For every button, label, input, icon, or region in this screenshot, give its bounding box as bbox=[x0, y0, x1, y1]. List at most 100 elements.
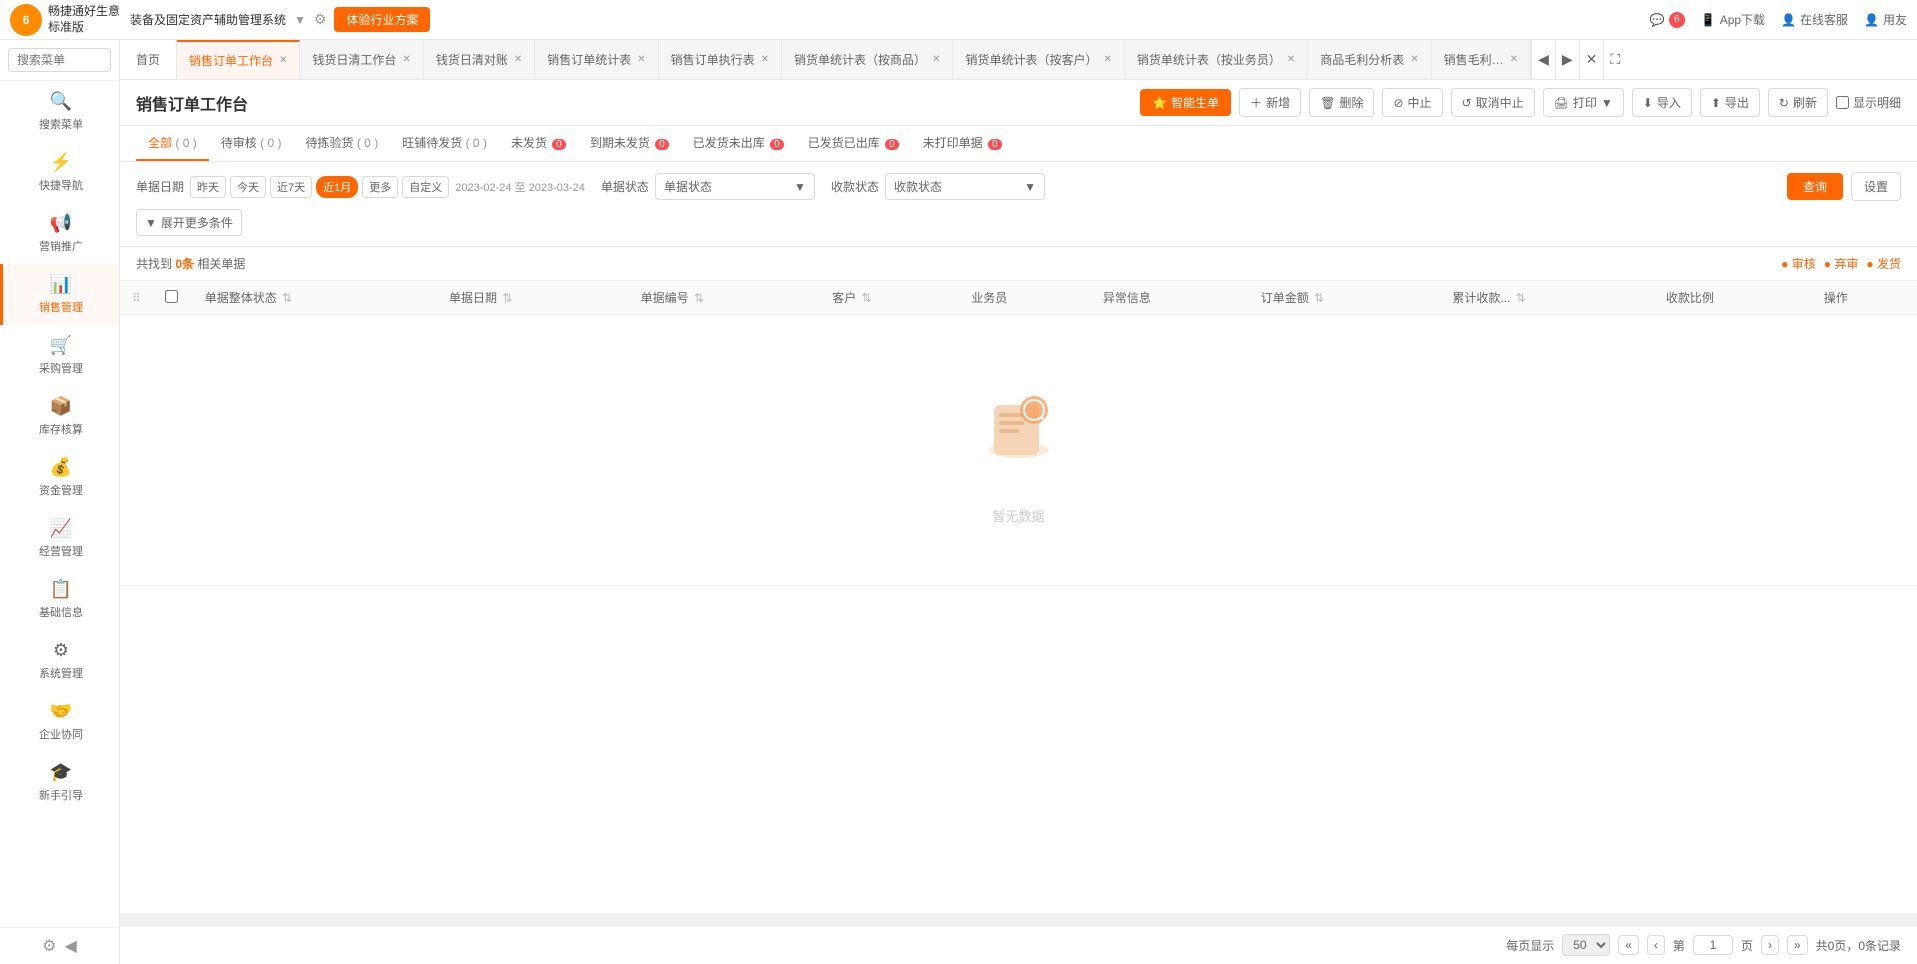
tab-sales-more[interactable]: 销售毛利… ✕ bbox=[1432, 40, 1531, 80]
message-icon-button[interactable]: 💬 6 bbox=[1650, 12, 1685, 28]
sub-tab-wangpu-ship[interactable]: 旺铺待发货 ( 0 ) bbox=[390, 126, 499, 161]
date-btn-7days[interactable]: 近7天 bbox=[270, 176, 312, 198]
page-size-select[interactable]: 50 bbox=[1562, 934, 1610, 956]
tab-close-icon[interactable]: ✕ bbox=[1410, 54, 1418, 65]
show-detail-label[interactable]: 显示明细 bbox=[1836, 94, 1901, 111]
sort-icon[interactable]: ⇅ bbox=[1314, 291, 1324, 305]
date-btn-more[interactable]: 更多 bbox=[362, 176, 398, 198]
tab-close-icon[interactable]: ✕ bbox=[1103, 54, 1111, 65]
tab-sales-exec[interactable]: 销售订单执行表 ✕ bbox=[659, 40, 782, 80]
sub-tab-pending-inspect[interactable]: 待拣验货 ( 0 ) bbox=[293, 126, 390, 161]
system-title-dropdown-icon[interactable]: ▼ bbox=[294, 13, 306, 27]
tab-close-all-button[interactable]: ✕ bbox=[1579, 40, 1604, 80]
first-page-button[interactable]: « bbox=[1618, 935, 1639, 955]
industry-solution-button[interactable]: 体验行业方案 bbox=[334, 7, 430, 32]
status-select[interactable]: 单据状态 ▼ bbox=[655, 173, 815, 200]
sidebar-item-purchase[interactable]: 🛒 采购管理 bbox=[0, 325, 119, 386]
sub-tab-shipped-out[interactable]: 已发货已出库 0 bbox=[796, 126, 911, 161]
select-all-checkbox[interactable] bbox=[165, 290, 178, 303]
print-dropdown-icon[interactable]: ▼ bbox=[1601, 96, 1613, 110]
tab-nav-next-button[interactable]: ▶ bbox=[1555, 40, 1579, 80]
show-detail-checkbox[interactable] bbox=[1836, 96, 1849, 109]
refresh-button[interactable]: ↻ 刷新 bbox=[1768, 88, 1828, 117]
user-menu-button[interactable]: 👤 用友 bbox=[1864, 11, 1907, 28]
sub-tab-all[interactable]: 全部 ( 0 ) bbox=[136, 126, 209, 161]
tab-home[interactable]: 首页 bbox=[120, 40, 177, 80]
print-button[interactable]: 🖨 打印 ▼ bbox=[1543, 88, 1624, 117]
tab-maximize-button[interactable]: ⛶ bbox=[1603, 40, 1626, 80]
tab-close-icon[interactable]: ✕ bbox=[761, 54, 769, 65]
sort-icon[interactable]: ⇅ bbox=[502, 291, 512, 305]
prev-page-button[interactable]: ‹ bbox=[1647, 935, 1665, 955]
tab-sales-workbench[interactable]: 销售订单工作台 ✕ bbox=[177, 40, 300, 80]
sidebar-item-sales[interactable]: 📊 销售管理 bbox=[0, 264, 119, 325]
page-suffix: 页 bbox=[1741, 937, 1753, 954]
payment-select[interactable]: 收款状态 ▼ bbox=[885, 173, 1045, 200]
smart-order-button[interactable]: ⭐ 智能生单 bbox=[1140, 89, 1231, 116]
app-download-button[interactable]: 📱 App下载 bbox=[1701, 11, 1765, 28]
next-page-button[interactable]: › bbox=[1761, 935, 1779, 955]
sort-icon[interactable]: ⇅ bbox=[282, 291, 292, 305]
page-content: 销售订单工作台 ⭐ 智能生单 ＋ 新增 🗑 删除 ⊘ bbox=[120, 80, 1917, 964]
sidebar-item-quick-nav[interactable]: ⚡ 快捷导航 bbox=[0, 142, 119, 203]
date-btn-1month[interactable]: 近1月 bbox=[316, 176, 358, 198]
import-button[interactable]: ⬇ 导入 bbox=[1632, 88, 1692, 117]
sub-tab-shipped-no-out[interactable]: 已发货未出库 0 bbox=[681, 126, 796, 161]
tab-close-icon[interactable]: ✕ bbox=[514, 54, 522, 65]
tab-close-icon[interactable]: ✕ bbox=[1287, 54, 1295, 65]
sidebar-item-search[interactable]: 🔍 搜索菜单 bbox=[0, 81, 119, 142]
expand-conditions-button[interactable]: ▼ 展开更多条件 bbox=[136, 209, 242, 236]
horizontal-scrollbar[interactable] bbox=[120, 913, 1917, 925]
sub-tab-not-shipped[interactable]: 未发货 0 bbox=[499, 126, 578, 161]
sidebar-collapse-button[interactable]: ◀ bbox=[65, 936, 77, 956]
add-button[interactable]: ＋ 新增 bbox=[1239, 88, 1301, 117]
date-btn-yesterday[interactable]: 昨天 bbox=[190, 176, 226, 198]
date-btn-today[interactable]: 今天 bbox=[230, 176, 266, 198]
sidebar-item-finance[interactable]: 💰 资金管理 bbox=[0, 447, 119, 508]
stop-icon: ⊘ bbox=[1393, 96, 1403, 110]
sort-icon[interactable]: ⇅ bbox=[862, 291, 872, 305]
sidebar-item-operation[interactable]: 📈 经营管理 bbox=[0, 508, 119, 569]
batch-review-button[interactable]: ● 审核 bbox=[1781, 255, 1816, 272]
cancel-stop-button[interactable]: ↺ 取消中止 bbox=[1451, 88, 1535, 117]
sidebar-item-guide[interactable]: 🎓 新手引导 bbox=[0, 752, 119, 813]
page-number-input[interactable] bbox=[1693, 935, 1733, 955]
query-button[interactable]: 查询 bbox=[1787, 173, 1843, 200]
sidebar-item-marketing[interactable]: 📢 营销推广 bbox=[0, 203, 119, 264]
export-button[interactable]: ⬆ 导出 bbox=[1700, 88, 1760, 117]
set-button[interactable]: 设置 bbox=[1851, 172, 1901, 201]
tab-close-icon[interactable]: ✕ bbox=[279, 55, 287, 66]
last-page-button[interactable]: » bbox=[1787, 935, 1808, 955]
sub-tab-no-print[interactable]: 未打印单据 0 bbox=[911, 126, 1014, 161]
stop-button[interactable]: ⊘ 中止 bbox=[1382, 88, 1442, 117]
sidebar-item-inventory[interactable]: 📦 库存核算 bbox=[0, 386, 119, 447]
sub-tab-pending-review[interactable]: 待审核 ( 0 ) bbox=[209, 126, 294, 161]
sidebar-item-cooperation[interactable]: 🤝 企业协同 bbox=[0, 691, 119, 752]
tab-gross-profit[interactable]: 商品毛利分析表 ✕ bbox=[1308, 40, 1431, 80]
delete-button[interactable]: 🗑 删除 bbox=[1309, 88, 1374, 117]
tab-close-icon[interactable]: ✕ bbox=[402, 54, 410, 65]
search-input[interactable] bbox=[8, 48, 111, 72]
tab-close-icon[interactable]: ✕ bbox=[1510, 54, 1518, 65]
sidebar-item-system[interactable]: ⚙ 系统管理 bbox=[0, 630, 119, 691]
tab-sales-summary-staff[interactable]: 销货单统计表（按业务员） ✕ bbox=[1125, 40, 1308, 80]
sub-tab-overdue-ship[interactable]: 到期未发货 0 bbox=[578, 126, 681, 161]
tab-nav-prev-button[interactable]: ◀ bbox=[1531, 40, 1555, 80]
tab-cash-reconcile[interactable]: 钱货日清对账 ✕ bbox=[424, 40, 535, 80]
sort-icon[interactable]: ⇅ bbox=[694, 291, 704, 305]
tab-close-icon[interactable]: ✕ bbox=[932, 54, 940, 65]
batch-ship-button[interactable]: ● 发货 bbox=[1866, 255, 1901, 272]
date-btn-custom[interactable]: 自定义 bbox=[402, 176, 449, 198]
sidebar-item-base-info[interactable]: 📋 基础信息 bbox=[0, 569, 119, 630]
settings-icon[interactable]: ⚙ bbox=[314, 11, 327, 28]
tab-sales-summary-customer[interactable]: 销货单统计表（按客户） ✕ bbox=[953, 40, 1124, 80]
tab-sales-stats[interactable]: 销售订单统计表 ✕ bbox=[535, 40, 658, 80]
tab-cash-daily[interactable]: 钱货日清工作台 ✕ bbox=[300, 40, 423, 80]
online-service-button[interactable]: 👤 在线客服 bbox=[1781, 11, 1848, 28]
batch-revoke-button[interactable]: ● 弃审 bbox=[1824, 255, 1859, 272]
sidebar-settings-button[interactable]: ⚙ bbox=[42, 936, 56, 956]
tab-close-icon[interactable]: ✕ bbox=[637, 54, 645, 65]
tab-sales-summary-product[interactable]: 销货单统计表（按商品） ✕ bbox=[782, 40, 953, 80]
sort-icon[interactable]: ⇅ bbox=[1516, 291, 1526, 305]
col-status: 单据整体状态 ⇅ bbox=[193, 281, 437, 315]
